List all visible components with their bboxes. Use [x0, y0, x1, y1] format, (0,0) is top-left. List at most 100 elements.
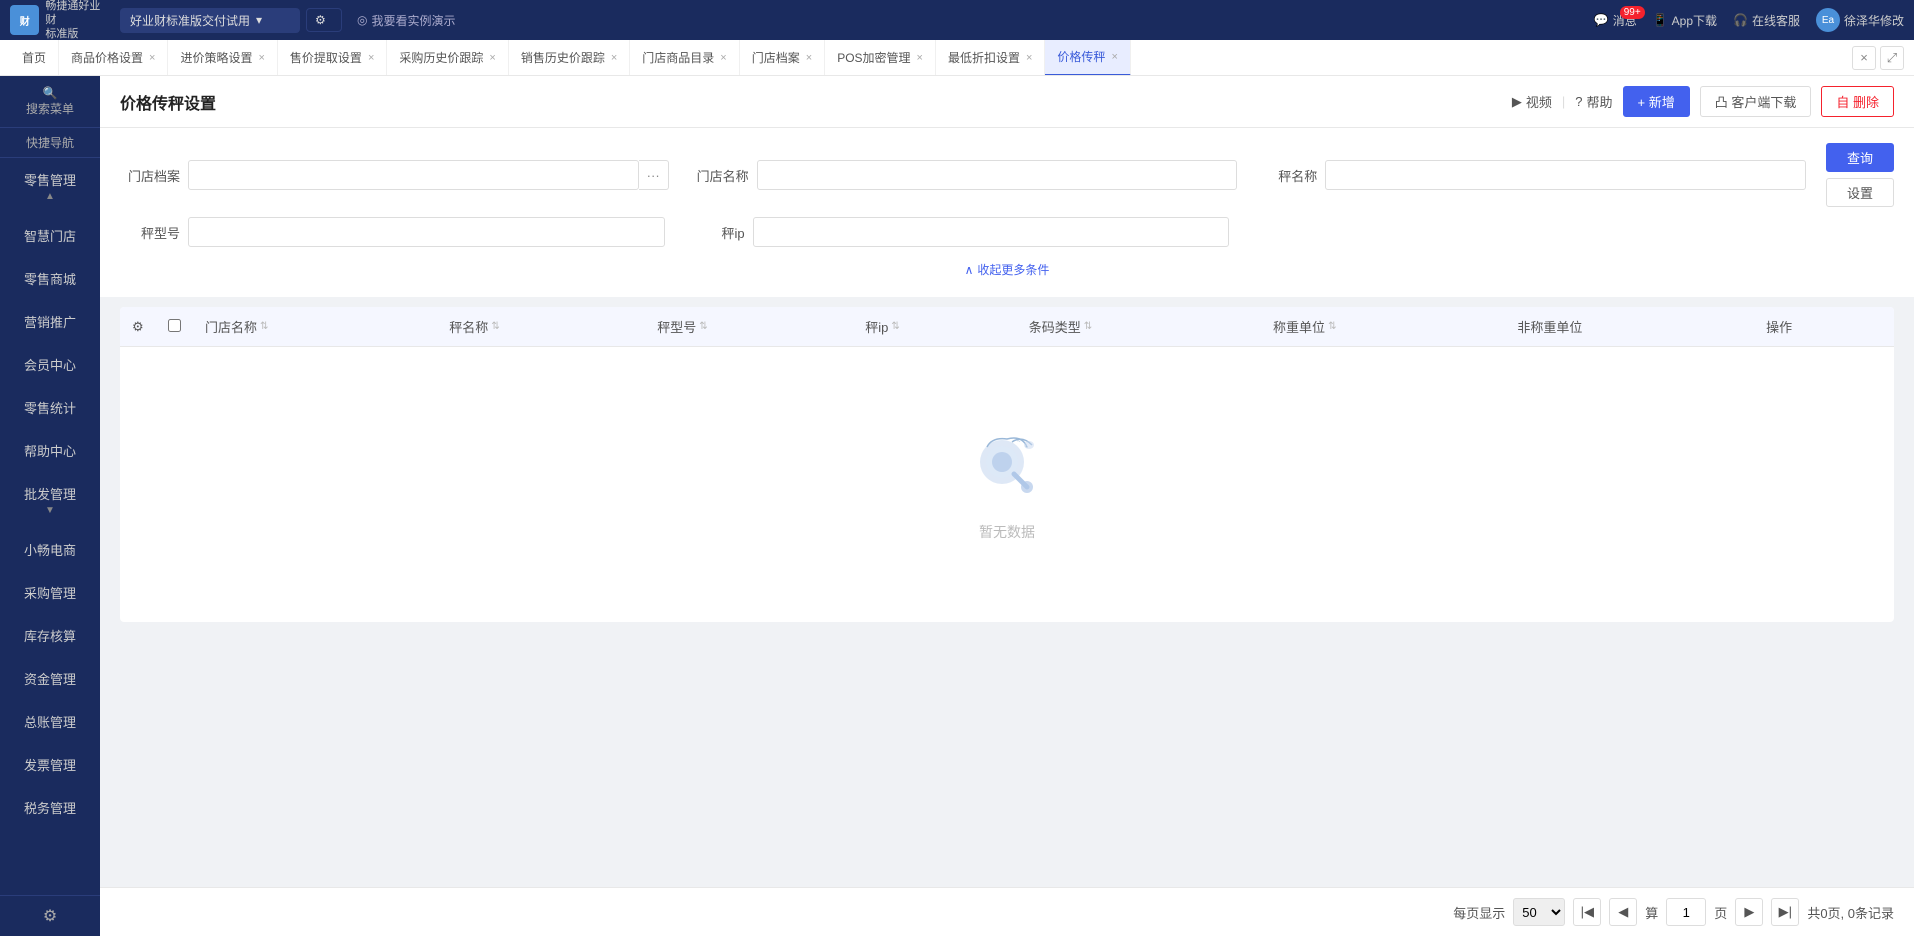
ellipsis-button[interactable]: ···	[639, 160, 669, 190]
th-settings: ⚙	[120, 307, 156, 347]
th-scale-ip: 秤ip ⇅	[853, 307, 1017, 347]
close-icon[interactable]: ×	[806, 52, 812, 64]
sidebar-item-finance[interactable]: 资金管理	[0, 657, 100, 700]
sidebar-item-ledger[interactable]: 总账管理	[0, 700, 100, 743]
th-weight-unit: 称重单位 ⇅	[1261, 307, 1505, 347]
scale-ip-label: 秤ip	[685, 223, 745, 242]
sidebar-item-retail-mall[interactable]: 零售商城	[0, 257, 100, 300]
tab-purchase-strategy[interactable]: 进价策略设置 ×	[168, 40, 277, 76]
no-data-illustration: ~ ~	[957, 427, 1057, 507]
tab-home[interactable]: 首页	[10, 40, 59, 76]
per-page-select[interactable]: 20 50 100	[1513, 898, 1565, 926]
tab-pos-management[interactable]: POS加密管理 ×	[825, 40, 936, 76]
scale-name-input[interactable]	[1325, 160, 1806, 190]
sidebar-quick-nav[interactable]: 快捷导航	[0, 128, 100, 158]
tab-sale-extract[interactable]: 售价提取设置 ×	[278, 40, 387, 76]
chevron-up-icon: ▲	[45, 191, 55, 202]
help-icon: ?	[1575, 94, 1582, 109]
tab-expand-btn[interactable]: ⤢	[1880, 46, 1904, 70]
settings-icon[interactable]: ⚙	[0, 906, 100, 926]
store-file-input-group: ···	[188, 160, 669, 190]
sidebar-item-marketing[interactable]: 营销推广	[0, 300, 100, 343]
close-icon[interactable]: ×	[720, 52, 726, 64]
last-page-button[interactable]: ▶|	[1771, 898, 1799, 926]
next-page-button[interactable]: ▶	[1735, 898, 1763, 926]
logo: 财 畅捷通好业财 标准版	[10, 0, 110, 41]
tab-store-file[interactable]: 门店档案 ×	[740, 40, 825, 76]
sidebar-bottom: ⚙	[0, 895, 100, 936]
sidebar-item-purchase[interactable]: 采购管理	[0, 571, 100, 614]
tab-store-catalog[interactable]: 门店商品目录 ×	[630, 40, 739, 76]
sort-icon: ⇅	[699, 321, 707, 332]
gear-icon[interactable]: ⚙	[132, 319, 144, 334]
close-icon[interactable]: ×	[489, 52, 495, 64]
version-selector[interactable]: 好业财标准版交付试用 ▾	[120, 8, 300, 33]
chevron-up-icon: ∧	[965, 263, 974, 277]
close-icon[interactable]: ×	[368, 52, 374, 64]
sidebar-item-ecommerce[interactable]: 小畅电商	[0, 528, 100, 571]
tab-min-discount[interactable]: 最低折扣设置 ×	[936, 40, 1045, 76]
scale-ip-input[interactable]	[753, 217, 1230, 247]
store-file-input[interactable]	[188, 160, 639, 190]
messages-badge: 99+	[1620, 6, 1645, 19]
sidebar-item-inventory[interactable]: 库存核算	[0, 614, 100, 657]
add-button[interactable]: + 新增	[1623, 86, 1690, 117]
close-icon[interactable]: ×	[1111, 51, 1117, 63]
tab-bar-end: × ⤢	[1852, 46, 1904, 70]
page-header: 价格传秤设置 ▶ 视频 | ? 帮助 + 新增 凸 客户端下载	[100, 76, 1914, 128]
page-label: 算	[1645, 903, 1658, 922]
close-icon[interactable]: ×	[1026, 52, 1032, 64]
close-icon[interactable]: ×	[917, 52, 923, 64]
help-link[interactable]: ? 帮助	[1575, 92, 1612, 111]
tab-close-btn[interactable]: ×	[1852, 46, 1876, 70]
close-icon[interactable]: ×	[611, 52, 617, 64]
sidebar-item-invoice[interactable]: 发票管理	[0, 743, 100, 786]
sort-barcode-type[interactable]: 条码类型 ⇅	[1029, 317, 1249, 336]
prev-page-button[interactable]: ◀	[1609, 898, 1637, 926]
sort-scale-model[interactable]: 秤型号 ⇅	[657, 317, 841, 336]
tab-purchase-history[interactable]: 采购历史价跟踪 ×	[387, 40, 508, 76]
download-button[interactable]: 凸 客户端下载	[1700, 86, 1812, 117]
sort-scale-ip[interactable]: 秤ip ⇅	[865, 317, 1005, 336]
sidebar-item-tax[interactable]: 税务管理	[0, 786, 100, 829]
store-name-input[interactable]	[757, 160, 1238, 190]
sidebar-item-retail[interactable]: 零售管理 ▲	[0, 158, 100, 214]
tab-price-scale[interactable]: 价格传秤 ×	[1045, 40, 1130, 76]
select-all-checkbox[interactable]	[168, 319, 181, 332]
demo-link[interactable]: ◎ 我要看实例演示	[357, 12, 456, 29]
store-name-label: 门店名称	[689, 166, 749, 185]
app-download-action[interactable]: 📱 App下载	[1653, 12, 1717, 29]
close-icon[interactable]: ×	[258, 52, 264, 64]
collapse-bar: ∧ 收起更多条件	[120, 257, 1894, 282]
sidebar-search[interactable]: 🔍 搜索菜单	[0, 76, 100, 128]
query-button[interactable]: 查询	[1826, 143, 1894, 172]
empty-icon: ~ ~	[957, 427, 1057, 507]
sort-store-name[interactable]: 门店名称 ⇅	[205, 317, 425, 336]
sort-icon: ⇅	[891, 321, 899, 332]
th-scale-name: 秤名称 ⇅	[437, 307, 645, 347]
close-icon[interactable]: ×	[149, 52, 155, 64]
user-info[interactable]: Ea 徐泽华修改	[1816, 8, 1904, 32]
page-input[interactable]	[1666, 898, 1706, 926]
tab-price-setting[interactable]: 商品价格设置 ×	[59, 40, 168, 76]
delete-button[interactable]: 自 删除	[1821, 86, 1894, 117]
sort-scale-name[interactable]: 秤名称 ⇅	[449, 317, 633, 336]
first-page-button[interactable]: |◀	[1573, 898, 1601, 926]
tab-sale-history[interactable]: 销售历史价跟踪 ×	[509, 40, 630, 76]
sidebar-item-retail-stats[interactable]: 零售统计	[0, 386, 100, 429]
empty-state: ~ ~ 暂无数据	[120, 347, 1894, 622]
sidebar-item-help[interactable]: 帮助中心	[0, 429, 100, 472]
sidebar-item-wholesale[interactable]: 批发管理 ▼	[0, 472, 100, 528]
video-link[interactable]: ▶ 视频	[1512, 92, 1552, 111]
separator: |	[1562, 94, 1565, 109]
settings-button[interactable]: 设置	[1826, 178, 1894, 207]
collapse-button[interactable]: ∧ 收起更多条件	[965, 261, 1050, 278]
online-service-action[interactable]: 🎧 在线客服	[1733, 12, 1800, 29]
settings-icon-btn[interactable]: ⚙	[306, 8, 342, 32]
messages-action[interactable]: 💬 消息 99+	[1594, 12, 1637, 29]
sidebar-item-member[interactable]: 会员中心	[0, 343, 100, 386]
scale-model-input[interactable]	[188, 217, 665, 247]
data-table: ⚙ 门店名称 ⇅	[120, 307, 1894, 622]
sort-weight-unit[interactable]: 称重单位 ⇅	[1273, 317, 1493, 336]
sidebar-item-smart-store[interactable]: 智慧门店	[0, 214, 100, 257]
